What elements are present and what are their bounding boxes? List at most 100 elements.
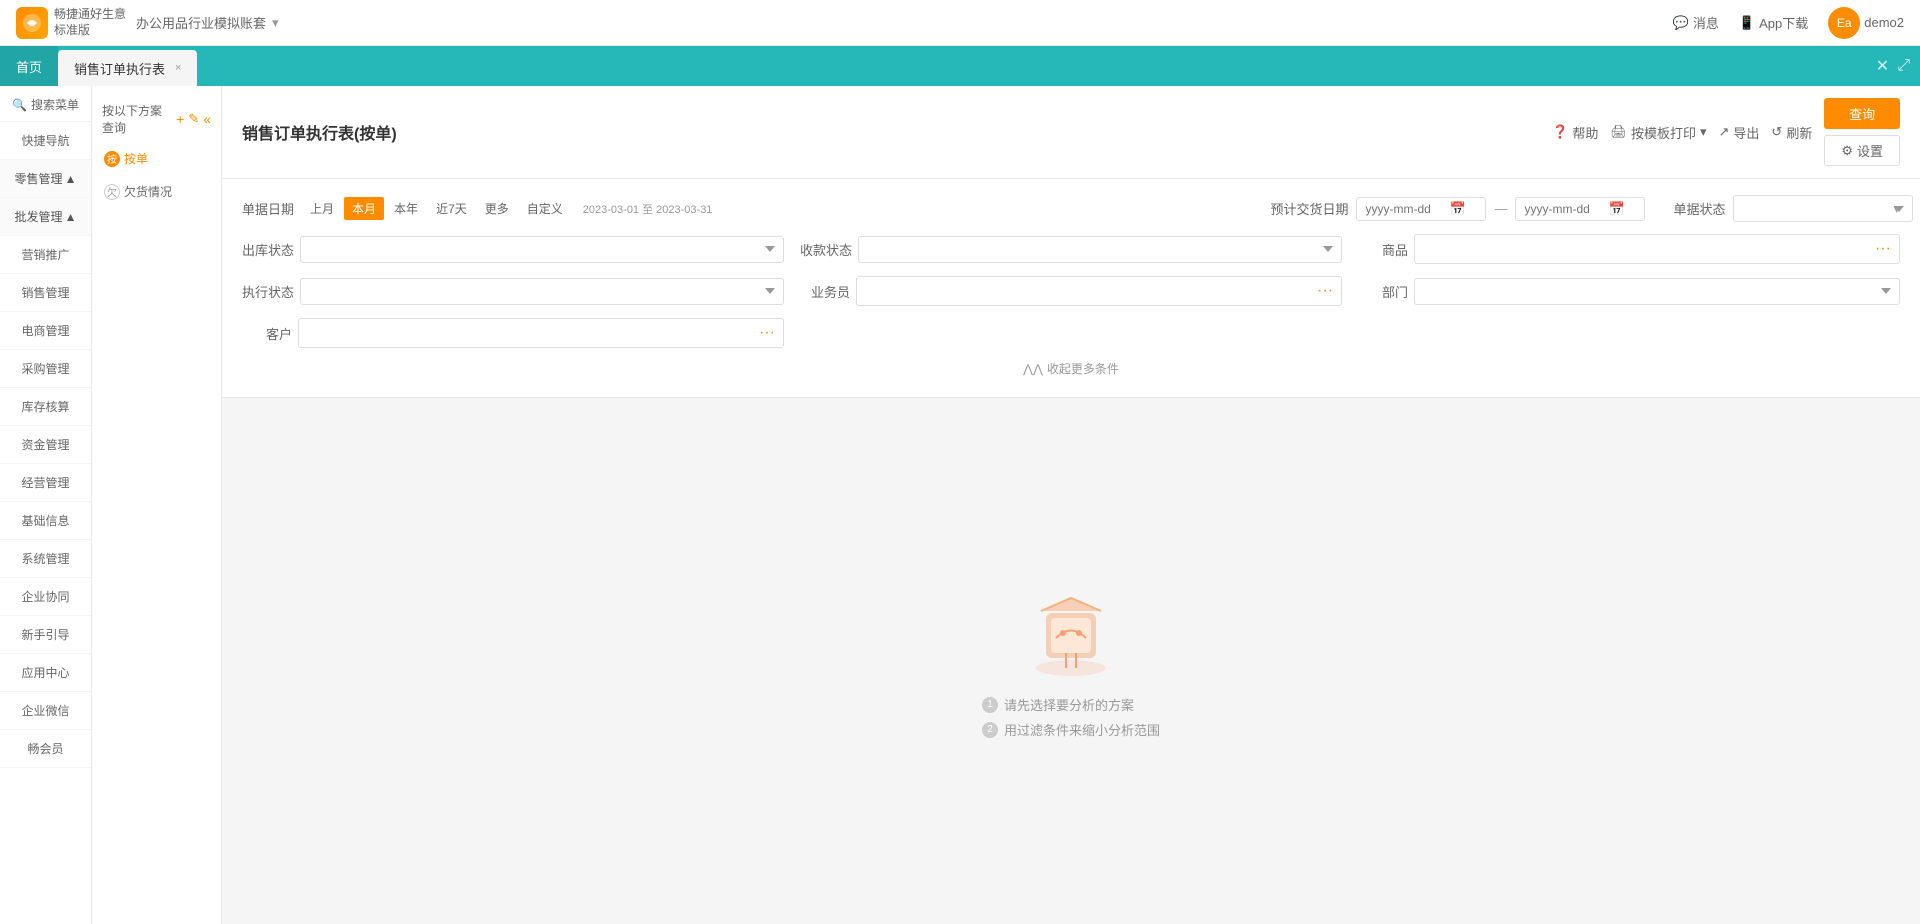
logo-area: 畅捷通好生意 标准版	[16, 7, 126, 39]
expected-date-label: 预计交货日期	[1270, 199, 1348, 218]
execution-status-select[interactable]	[300, 278, 784, 305]
customer-input[interactable]: ···	[298, 318, 784, 348]
sidebar-search[interactable]: 🔍 搜索菜单	[0, 86, 91, 122]
message-icon: 💬	[1673, 15, 1689, 31]
header-left: 畅捷通好生意 标准版 办公用品行业模拟账套 ▾	[16, 7, 279, 39]
export-button[interactable]: ↗ 导出	[1718, 123, 1759, 142]
tab-home[interactable]: 首页	[0, 46, 58, 86]
refresh-icon: ↺	[1771, 124, 1782, 140]
collapse-panel-button[interactable]: «	[203, 111, 211, 127]
tab-active[interactable]: 销售订单执行表 ×	[58, 50, 197, 86]
active-scheme-dot: 按	[104, 151, 120, 167]
hint-num-2: 2	[982, 722, 998, 738]
doc-status-select[interactable]	[1733, 195, 1913, 222]
scheme-item-by-order[interactable]: 按 按单	[92, 142, 221, 175]
sidebar-item-new-user[interactable]: 新手引导	[0, 616, 91, 654]
tab-bar-actions: ✕ ⤢	[1876, 56, 1920, 76]
help-icon: ❓	[1552, 124, 1568, 140]
user-menu[interactable]: Ea demo2	[1828, 7, 1904, 39]
salesperson-group: 业务员 ···	[800, 276, 1342, 306]
goods-input[interactable]: ···	[1414, 234, 1900, 264]
top-header: 畅捷通好生意 标准版 办公用品行业模拟账套 ▾ 💬 消息 📱 App下载 Ea …	[0, 0, 1920, 46]
app-download-button[interactable]: 📱 App下载	[1739, 13, 1808, 32]
date-tab-7days[interactable]: 近7天	[428, 197, 475, 220]
expected-date-end-input[interactable]	[1524, 202, 1604, 216]
logo-icon	[16, 7, 48, 39]
department-select[interactable]	[1414, 278, 1900, 305]
sidebar-item-finance[interactable]: 资金管理	[0, 426, 91, 464]
export-icon: ↗	[1718, 124, 1729, 140]
sidebar-item-inventory[interactable]: 库存核算	[0, 388, 91, 426]
sidebar-item-wholesale[interactable]: 批发管理 ▲	[0, 198, 91, 236]
sidebar-item-enterprise-collab[interactable]: 企业协同	[0, 578, 91, 616]
customer-label: 客户	[242, 324, 292, 343]
salesperson-label: 业务员	[800, 282, 850, 301]
customer-group: 客户 ···	[242, 318, 784, 348]
date-tab-prev-month[interactable]: 上月	[302, 197, 342, 220]
collapse-filter-button[interactable]: ⋀⋀ 收起更多条件	[242, 352, 1900, 381]
calendar-start-icon: 📅	[1449, 201, 1465, 217]
date-tab-custom[interactable]: 自定义	[519, 197, 571, 220]
sidebar-item-app-center[interactable]: 应用中心	[0, 654, 91, 692]
tab-close-icon[interactable]: ×	[175, 62, 181, 74]
logo-text: 畅捷通好生意 标准版	[54, 7, 126, 38]
sidebar-item-member[interactable]: 畅会员	[0, 730, 91, 768]
query-settings-group: 查询 ⚙ 设置	[1824, 98, 1900, 166]
delivery-status-select[interactable]	[300, 236, 784, 263]
date-filter-group: 单据日期 上月 本月 本年 近7天 更多 自定义 2023-03-01 至 20…	[242, 197, 712, 220]
tab-close-button[interactable]: ✕	[1876, 56, 1889, 76]
goods-label: 商品	[1358, 240, 1408, 259]
date-tab-more[interactable]: 更多	[477, 197, 517, 220]
collapse-up-icon: ⋀⋀	[1023, 362, 1043, 376]
content-area: 按以下方案查询 + ✎ « 按 按单 欠 欠货情况	[92, 86, 1920, 924]
edit-scheme-button[interactable]: ✎	[188, 111, 199, 127]
empty-state: 1 请先选择要分析的方案 2 用过滤条件来缩小分析范围	[222, 398, 1920, 924]
scheme-item-shortage[interactable]: 欠 欠货情况	[92, 175, 221, 208]
settings-icon: ⚙	[1841, 143, 1853, 159]
header-right: 💬 消息 📱 App下载 Ea demo2	[1673, 7, 1904, 39]
date-tab-current-year[interactable]: 本年	[386, 197, 426, 220]
sidebar-item-retail[interactable]: 零售管理 ▲	[0, 160, 91, 198]
sidebar-item-operations[interactable]: 经营管理	[0, 464, 91, 502]
sidebar-item-basic-info[interactable]: 基础信息	[0, 502, 91, 540]
expected-date-start[interactable]: 📅	[1356, 197, 1486, 221]
sidebar-item-wechat[interactable]: 企业微信	[0, 692, 91, 730]
empty-hints: 1 请先选择要分析的方案 2 用过滤条件来缩小分析范围	[982, 695, 1160, 739]
salesperson-more-icon[interactable]: ···	[1317, 282, 1333, 300]
tab-bar: 首页 销售订单执行表 × ✕ ⤢	[0, 46, 1920, 86]
sidebar-item-marketing[interactable]: 营销推广	[0, 236, 91, 274]
expected-date-end[interactable]: 📅	[1515, 197, 1645, 221]
sidebar-item-purchase[interactable]: 采购管理	[0, 350, 91, 388]
filter-row-4: 客户 ···	[242, 318, 1900, 348]
expected-date-start-input[interactable]	[1365, 202, 1445, 216]
print-button[interactable]: 🖨 按模板打印 ▾	[1610, 123, 1706, 142]
date-label: 单据日期	[242, 199, 294, 218]
avatar: Ea	[1828, 7, 1860, 39]
message-button[interactable]: 💬 消息	[1673, 13, 1719, 32]
sidebar-item-quick-nav[interactable]: 快捷导航	[0, 122, 91, 160]
goods-group: 商品 ···	[1358, 234, 1900, 264]
tab-expand-button[interactable]: ⤢	[1897, 57, 1910, 75]
sidebar-item-system[interactable]: 系统管理	[0, 540, 91, 578]
query-button[interactable]: 查询	[1824, 98, 1900, 129]
sidebar-item-sales[interactable]: 销售管理	[0, 274, 91, 312]
sidebar-item-ecommerce[interactable]: 电商管理	[0, 312, 91, 350]
scheme-dot: 欠	[104, 184, 120, 200]
customer-more-icon[interactable]: ···	[759, 324, 775, 342]
goods-more-icon[interactable]: ···	[1875, 240, 1891, 258]
main-panel: 销售订单执行表(按单) ❓ 帮助 🖨 按模板打印 ▾ ↗	[222, 86, 1920, 924]
expected-date-group: 预计交货日期 📅 — 📅	[1270, 197, 1645, 221]
add-scheme-button[interactable]: +	[176, 111, 184, 127]
salesperson-input[interactable]: ···	[856, 276, 1342, 306]
sidebar: 🔍 搜索菜单 快捷导航 零售管理 ▲ 批发管理 ▲ 营销推广 销售管理 电商管理…	[0, 86, 92, 924]
page-title: 销售订单执行表(按单)	[242, 120, 397, 144]
refresh-button[interactable]: ↺ 刷新	[1771, 123, 1812, 142]
delivery-status-group: 出库状态	[242, 234, 784, 264]
payment-status-select[interactable]	[858, 236, 1342, 263]
settings-button[interactable]: ⚙ 设置	[1824, 135, 1900, 166]
department-label: 部门	[1358, 282, 1408, 301]
breadcrumb[interactable]: 办公用品行业模拟账套 ▾	[136, 13, 279, 32]
date-tab-current-month[interactable]: 本月	[344, 197, 384, 220]
date-range-display: 2023-03-01 至 2023-03-31	[583, 201, 713, 217]
help-button[interactable]: ❓ 帮助	[1552, 123, 1598, 142]
